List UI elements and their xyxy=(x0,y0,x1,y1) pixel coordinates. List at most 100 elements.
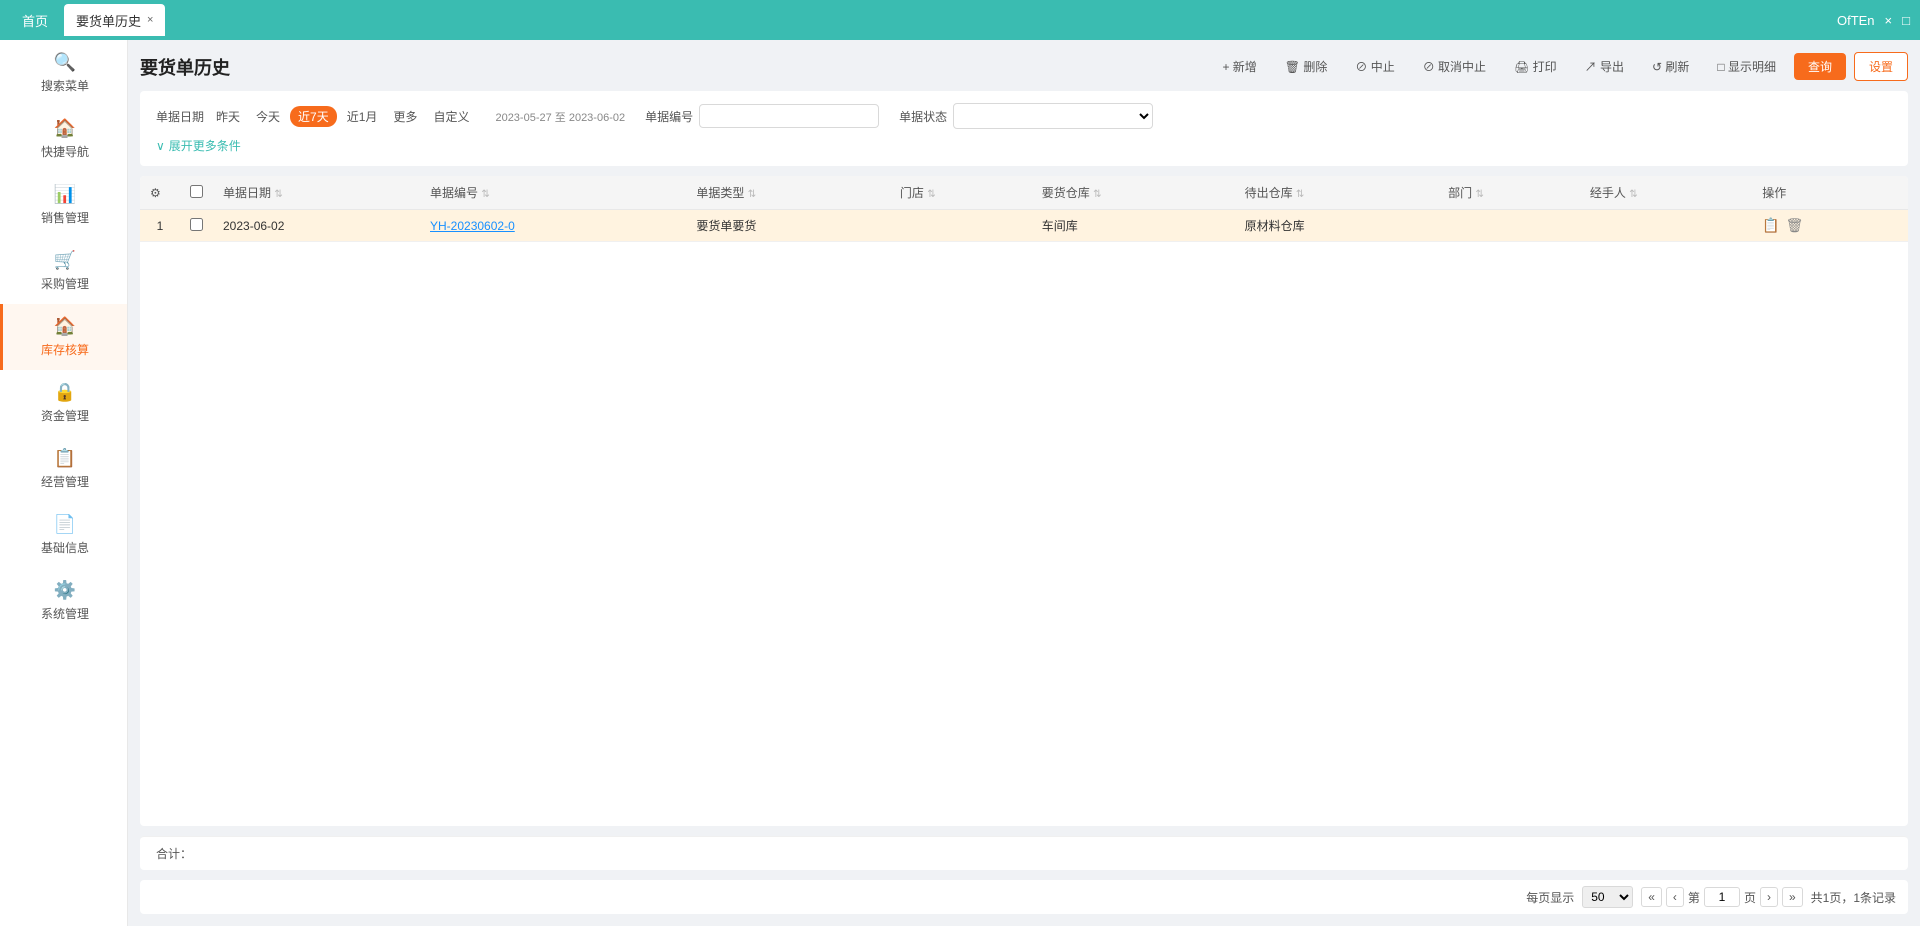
row-actions: 📋 🗑 xyxy=(1752,210,1908,242)
expand-icon: ∨ xyxy=(156,139,165,153)
row-request-warehouse: 车间库 xyxy=(1032,210,1235,242)
sort-date-icon[interactable]: ⇅ xyxy=(274,189,282,200)
sidebar-item-finance[interactable]: 🔒 资金管理 xyxy=(0,370,127,436)
sidebar-item-system[interactable]: ⚙️ 系统管理 xyxy=(0,568,127,634)
sidebar-label-quick-nav: 快捷导航 xyxy=(41,143,89,160)
row-order-no[interactable]: YH-20230602-0 xyxy=(420,210,686,242)
stop-button[interactable]: ⊘ 中止 xyxy=(1345,53,1404,80)
sidebar-item-basic-info[interactable]: 📄 基础信息 xyxy=(0,502,127,568)
next-page-button[interactable]: › xyxy=(1760,887,1778,907)
sidebar-item-quick-nav[interactable]: 🏠 快捷导航 xyxy=(0,106,127,172)
sidebar-label-basic-info: 基础信息 xyxy=(41,539,89,556)
sidebar-item-purchase[interactable]: 🛒 采购管理 xyxy=(0,238,127,304)
system-icon: ⚙️ xyxy=(54,580,76,601)
page-label: 第 xyxy=(1688,889,1700,906)
sidebar-item-operations[interactable]: 📋 经营管理 xyxy=(0,436,127,502)
first-page-button[interactable]: « xyxy=(1641,887,1662,907)
filter-row: 单据日期 昨天 今天 近7天 近1月 更多 自定义 2023-05-27 至 2… xyxy=(156,103,1892,129)
sort-order-no-icon[interactable]: ⇅ xyxy=(481,189,489,200)
new-button[interactable]: + 新增 xyxy=(1212,53,1266,80)
purchase-icon: 🛒 xyxy=(54,250,76,271)
sales-icon: 📊 xyxy=(54,184,76,205)
sidebar: 🔍 搜索菜单 🏠 快捷导航 📊 销售管理 🛒 采购管理 🏠 库存核算 🔒 资金管… xyxy=(0,40,128,926)
display-detail-button[interactable]: □ 显示明细 xyxy=(1707,53,1786,80)
export-button[interactable]: ↗ 导出 xyxy=(1575,53,1634,80)
query-button[interactable]: 查询 xyxy=(1794,53,1846,80)
expand-conditions-button[interactable]: ∨ 展开更多条件 xyxy=(156,137,1892,154)
row-pending-warehouse: 原材料仓库 xyxy=(1235,210,1439,242)
row-num: 1 xyxy=(140,210,180,242)
window-close-icon[interactable]: × xyxy=(1885,13,1893,28)
order-no-link[interactable]: YH-20230602-0 xyxy=(430,219,515,233)
order-no-input[interactable] xyxy=(699,104,879,128)
sort-store-icon[interactable]: ⇅ xyxy=(927,189,935,200)
shortcut-more[interactable]: 更多 xyxy=(387,106,423,127)
tab-home[interactable]: 首页 xyxy=(10,4,60,36)
sort-type-icon[interactable]: ⇅ xyxy=(748,189,756,200)
sidebar-item-search-menu[interactable]: 🔍 搜索菜单 xyxy=(0,40,127,106)
col-type: 单据类型 ⇅ xyxy=(686,176,890,210)
basic-info-icon: 📄 xyxy=(54,514,76,535)
order-no-filter: 单据编号 xyxy=(645,104,879,128)
sidebar-label-operations: 经营管理 xyxy=(41,473,89,490)
action-icons: 📋 🗑 xyxy=(1762,217,1898,234)
layout: 🔍 搜索菜单 🏠 快捷导航 📊 销售管理 🛒 采购管理 🏠 库存核算 🔒 资金管… xyxy=(0,40,1920,926)
status-select[interactable] xyxy=(953,103,1153,129)
sort-pw-icon[interactable]: ⇅ xyxy=(1296,189,1304,200)
order-no-label: 单据编号 xyxy=(645,108,693,125)
sidebar-item-inventory[interactable]: 🏠 库存核算 xyxy=(0,304,127,370)
date-filter-label: 单据日期 xyxy=(156,108,204,125)
table-footer: 合计： xyxy=(140,836,1908,870)
shortcut-7days[interactable]: 近7天 xyxy=(290,106,337,127)
table-row: 1 2023-06-02 YH-20230602-0 要货单要货 车间库 原材料… xyxy=(140,210,1908,242)
per-page-label: 每页显示 xyxy=(1526,889,1574,906)
date-filter: 单据日期 昨天 今天 近7天 近1月 更多 自定义 xyxy=(156,106,475,127)
toolbar: + 新增 🗑 删除 ⊘ 中止 ⊘ 取消中止 🖨 打印 ↗ 导出 ↺ 刷新 □ 显… xyxy=(1212,52,1908,81)
col-handler: 经手人 ⇅ xyxy=(1580,176,1752,210)
cancel-stop-button[interactable]: ⊘ 取消中止 xyxy=(1413,53,1496,80)
table-container: ⚙ 单据日期 ⇅ 单据编号 ⇅ 单据类型 ⇅ 门店 ⇅ 要货仓库 ⇅ 待出仓库 … xyxy=(140,176,1908,826)
status-label: 单据状态 xyxy=(899,108,947,125)
delete-button[interactable]: 🗑 删除 xyxy=(1275,53,1338,80)
sidebar-label-system: 系统管理 xyxy=(41,605,89,622)
data-table: ⚙ 单据日期 ⇅ 单据编号 ⇅ 单据类型 ⇅ 门店 ⇅ 要货仓库 ⇅ 待出仓库 … xyxy=(140,176,1908,242)
row-department xyxy=(1438,210,1580,242)
row-select-checkbox[interactable] xyxy=(190,218,203,231)
settings-button[interactable]: 设置 xyxy=(1854,52,1908,81)
select-all-checkbox[interactable] xyxy=(190,185,203,198)
col-action: 操作 xyxy=(1752,176,1908,210)
col-settings[interactable]: ⚙ xyxy=(140,176,180,210)
delete-row-icon[interactable]: 🗑 xyxy=(1786,217,1804,234)
operations-icon: 📋 xyxy=(54,448,76,469)
col-pending-warehouse: 待出仓库 ⇅ xyxy=(1235,176,1439,210)
col-department: 部门 ⇅ xyxy=(1438,176,1580,210)
shortcut-today[interactable]: 今天 xyxy=(250,106,286,127)
page-input[interactable] xyxy=(1704,887,1740,907)
sort-rw-icon[interactable]: ⇅ xyxy=(1093,189,1101,200)
col-store: 门店 ⇅ xyxy=(890,176,1032,210)
shortcut-1month[interactable]: 近1月 xyxy=(341,106,384,127)
refresh-button[interactable]: ↺ 刷新 xyxy=(1642,53,1699,80)
shortcut-custom[interactable]: 自定义 xyxy=(427,106,475,127)
last-page-button[interactable]: » xyxy=(1782,887,1803,907)
prev-page-button[interactable]: ‹ xyxy=(1666,887,1684,907)
close-tab-icon[interactable]: × xyxy=(147,14,153,26)
edit-icon[interactable]: 📋 xyxy=(1762,217,1779,234)
col-request-warehouse: 要货仓库 ⇅ xyxy=(1032,176,1235,210)
sort-handler-icon[interactable]: ⇅ xyxy=(1629,189,1637,200)
often-label: OfTEn xyxy=(1837,13,1875,28)
page-header: 要货单历史 + 新增 🗑 删除 ⊘ 中止 ⊘ 取消中止 🖨 打印 ↗ 导出 ↺ … xyxy=(140,52,1908,81)
pagination-bar: 每页显示 50 10 20 100 « ‹ 第 页 › » 共1页，1条记录 xyxy=(140,880,1908,914)
status-filter: 单据状态 xyxy=(899,103,1153,129)
col-order-no: 单据编号 ⇅ xyxy=(420,176,686,210)
per-page-select[interactable]: 50 10 20 100 xyxy=(1582,886,1633,908)
sort-dept-icon[interactable]: ⇅ xyxy=(1475,189,1483,200)
tab-order-history[interactable]: 要货单历史 × xyxy=(64,4,165,36)
shortcut-yesterday[interactable]: 昨天 xyxy=(210,106,246,127)
print-button[interactable]: 🖨 打印 xyxy=(1504,53,1567,80)
row-type: 要货单要货 xyxy=(686,210,890,242)
col-date: 单据日期 ⇅ xyxy=(213,176,420,210)
sidebar-label-search-menu: 搜索菜单 xyxy=(41,77,89,94)
window-minimize-icon[interactable]: □ xyxy=(1902,13,1910,28)
sidebar-item-sales[interactable]: 📊 销售管理 xyxy=(0,172,127,238)
